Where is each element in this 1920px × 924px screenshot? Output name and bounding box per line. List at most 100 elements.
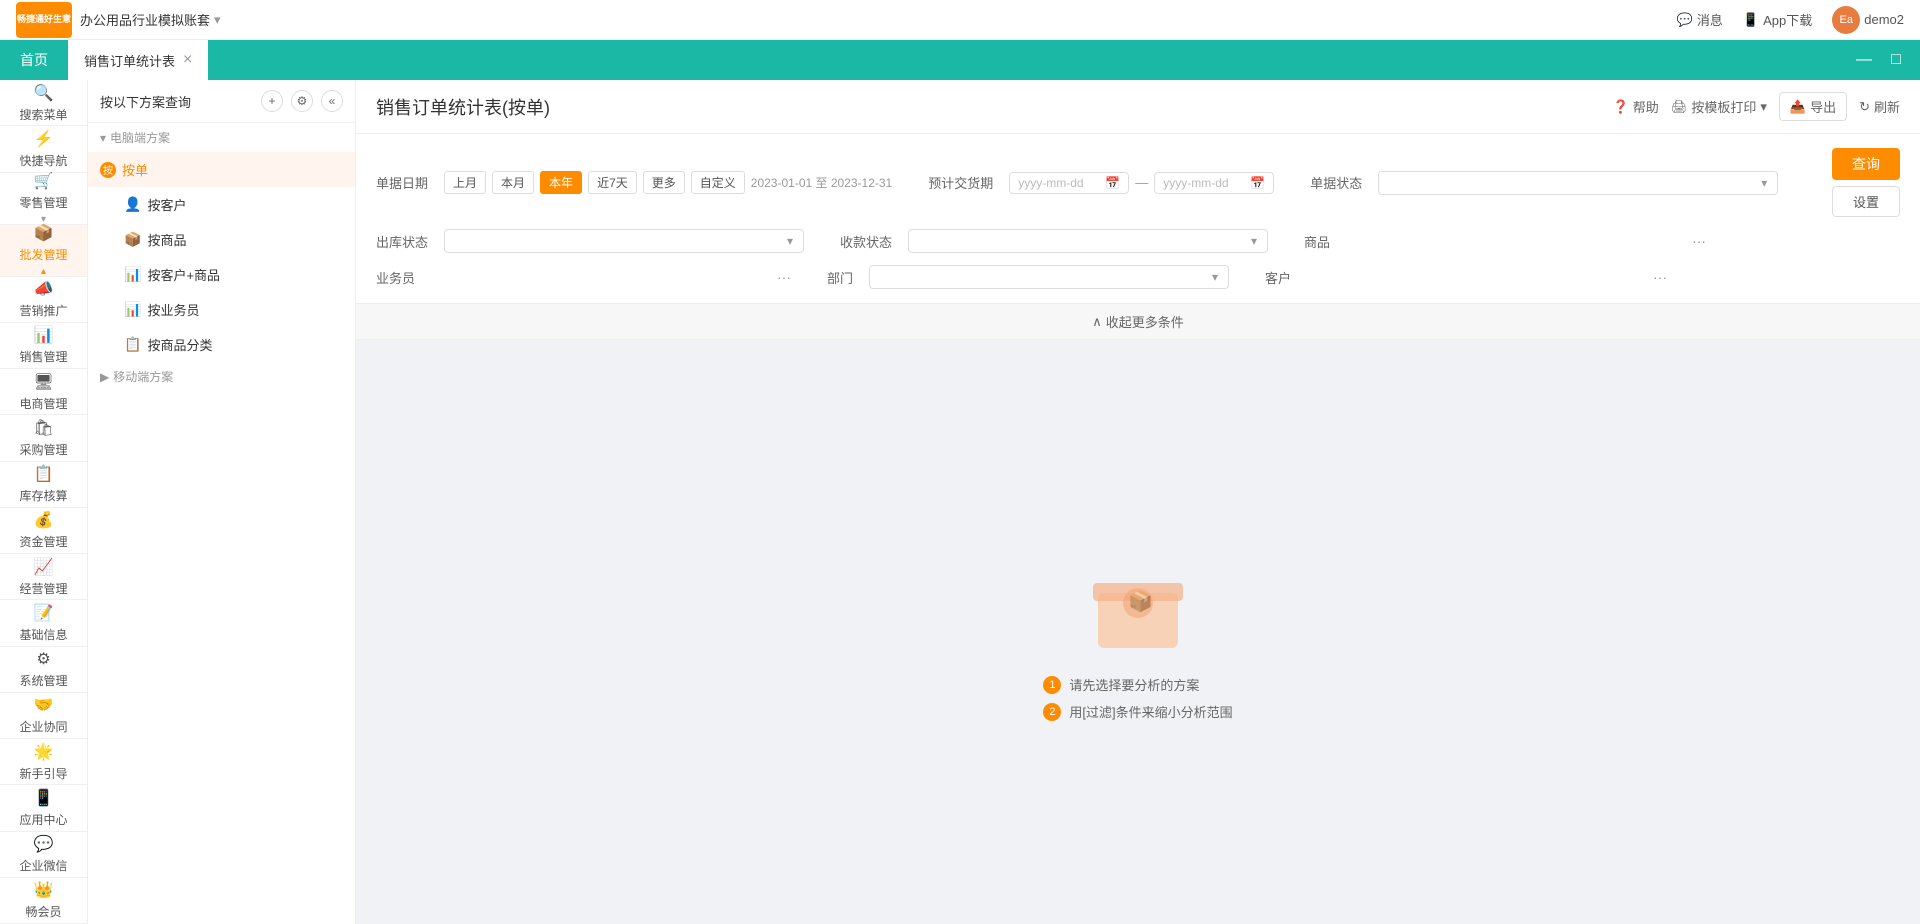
window-minimize-btn[interactable]: — — [1852, 48, 1876, 72]
filter-row-2: 出库状态 ▾ 收款状态 ▾ 商品 ··· — [376, 229, 1900, 253]
export-btn[interactable]: 📤 导出 — [1779, 92, 1847, 121]
sidebar-item-app-center[interactable]: 📱 应用中心 — [0, 785, 87, 831]
window-maximize-btn[interactable]: □ — [1884, 48, 1908, 72]
scheme-by-product[interactable]: 📦 按商品 — [88, 222, 355, 257]
newbie-icon: 🌟 — [34, 742, 54, 762]
search-icon: 🔍 — [34, 83, 54, 103]
date-this-year-btn[interactable]: 本年 — [540, 171, 582, 194]
product-more-btn[interactable]: ··· — [1692, 233, 1706, 249]
app-center-icon: 📱 — [34, 788, 54, 808]
topbar: 畅捷通好生意 办公用品行业模拟账套 ▾ 💬 消息 📱 App下载 Ea demo… — [0, 0, 1920, 40]
download-icon: 📱 — [1743, 12, 1759, 28]
status-filter-label: 单据状态 — [1310, 173, 1362, 192]
settings-scheme-btn[interactable]: ⚙ — [291, 90, 313, 112]
customer-icon: 👤 — [124, 196, 141, 213]
date-more-btn[interactable]: 更多 — [643, 171, 685, 194]
procurement-icon: 🛍 — [33, 418, 53, 438]
logo: 畅捷通好生意 — [16, 2, 72, 38]
sidebar-item-inventory[interactable]: 📋 库存核算 — [0, 462, 87, 508]
refresh-icon: ↻ — [1859, 99, 1870, 115]
page-title: 销售订单统计表(按单) — [376, 94, 550, 120]
refresh-btn[interactable]: ↻ 刷新 — [1859, 97, 1900, 116]
active-scheme-indicator: 按 — [100, 162, 116, 178]
tabbar: 首页 销售订单统计表 × — □ — [0, 40, 1920, 80]
sidebar-item-finance[interactable]: 💰 资金管理 — [0, 508, 87, 554]
delivery-status-label: 出库状态 — [376, 232, 428, 251]
calendar-icon-end: 📅 — [1250, 176, 1265, 190]
filter-row-1: 单据日期 上月 本月 本年 近7天 更多 自定义 2023-01-01 至 20… — [376, 148, 1900, 217]
salesperson-more-btn[interactable]: ··· — [777, 269, 791, 285]
salesperson-icon: 📊 — [124, 301, 141, 318]
tabbar-right: — □ — [1852, 48, 1920, 72]
template-print-btn[interactable]: 🖨 按模板打印 ▾ — [1671, 97, 1767, 116]
product-filter-label: 商品 — [1304, 232, 1330, 251]
sidebar-item-enterprise[interactable]: 🤝 企业协同 — [0, 693, 87, 739]
scheme-by-customer-product[interactable]: 📊 按客户+商品 — [88, 257, 355, 292]
set-btn[interactable]: 设置 — [1832, 186, 1900, 217]
left-panel: 按以下方案查询 + ⚙ « ▾ 电脑端方案 按 按单 👤 按客户 📦 — [88, 80, 356, 924]
collapse-bar[interactable]: ∧ 收起更多条件 — [356, 304, 1920, 340]
wholesale-icon: 📦 — [34, 223, 54, 243]
salesperson-label: 业务员 — [376, 268, 415, 287]
mobile-section-label[interactable]: ▶ 移动端方案 — [88, 362, 355, 391]
sidebar-item-member[interactable]: 👑 畅会员 — [0, 878, 87, 924]
scheme-by-order[interactable]: 按 按单 — [88, 152, 355, 187]
empty-step-1: 1 请先选择要分析的方案 — [1043, 675, 1232, 694]
product-icon: 📦 — [124, 231, 141, 248]
sidebar-item-wholesale[interactable]: 📦 批发管理 ▴ — [0, 225, 87, 277]
date-range-separator: — — [1135, 175, 1148, 190]
sidebar-item-ecommerce[interactable]: 🖥 电商管理 — [0, 369, 87, 415]
date-last7-btn[interactable]: 近7天 — [588, 171, 637, 194]
sidebar-item-retail[interactable]: 🛒 零售管理 ▾ — [0, 173, 87, 225]
sidebar-item-operation[interactable]: 📈 经营管理 — [0, 554, 87, 600]
operation-icon: 📈 — [34, 557, 54, 577]
sidebar-item-newbie[interactable]: 🌟 新手引导 — [0, 739, 87, 785]
main-layout: 🔍 搜索菜单 ⚡ 快捷导航 🛒 零售管理 ▾ 📦 批发管理 ▴ 📣 营销推广 📊… — [0, 80, 1920, 924]
empty-state: 📦 1 请先选择要分析的方案 2 用[过滤]条件来缩小分析范围 — [356, 340, 1920, 924]
department-select[interactable]: ▾ — [869, 265, 1229, 289]
tab-close-icon[interactable]: × — [183, 51, 192, 69]
delivery-status-select[interactable]: ▾ — [444, 229, 804, 253]
customer-more-btn[interactable]: ··· — [1653, 269, 1667, 285]
chevron-down-icon[interactable]: ▾ — [214, 12, 221, 28]
department-chevron-icon: ▾ — [1212, 270, 1218, 284]
user-profile[interactable]: Ea demo2 — [1832, 6, 1904, 34]
empty-illustration: 📦 — [1063, 543, 1213, 663]
expected-date-start[interactable]: yyyy-mm-dd 📅 — [1009, 172, 1129, 194]
pc-section-label[interactable]: ▾ 电脑端方案 — [88, 123, 355, 152]
sidebar-item-quick-nav[interactable]: ⚡ 快捷导航 — [0, 126, 87, 172]
calendar-icon: 📅 — [1105, 176, 1120, 190]
help-icon: ❓ — [1613, 99, 1629, 115]
expected-date-end[interactable]: yyyy-mm-dd 📅 — [1154, 172, 1274, 194]
add-scheme-btn[interactable]: + — [261, 90, 283, 112]
sidebar-item-procurement[interactable]: 🛍 采购管理 — [0, 415, 87, 461]
product-category-icon: 📋 — [124, 336, 141, 353]
help-btn[interactable]: ❓ 帮助 — [1613, 97, 1659, 116]
sidebar-item-enterprise-wechat[interactable]: 💬 企业微信 — [0, 832, 87, 878]
sidebar-item-system[interactable]: ⚙ 系统管理 — [0, 647, 87, 693]
filter-area: 单据日期 上月 本月 本年 近7天 更多 自定义 2023-01-01 至 20… — [356, 134, 1920, 304]
scheme-by-customer[interactable]: 👤 按客户 — [88, 187, 355, 222]
date-last-month-btn[interactable]: 上月 — [444, 171, 486, 194]
message-btn[interactable]: 💬 消息 — [1677, 10, 1723, 29]
date-custom-btn[interactable]: 自定义 — [691, 171, 745, 194]
status-select[interactable]: ▾ — [1378, 171, 1778, 195]
app-download-btn[interactable]: 📱 App下载 — [1743, 10, 1812, 29]
date-this-month-btn[interactable]: 本月 — [492, 171, 534, 194]
sidebar: 🔍 搜索菜单 ⚡ 快捷导航 🛒 零售管理 ▾ 📦 批发管理 ▴ 📣 营销推广 📊… — [0, 80, 88, 924]
system-icon: ⚙ — [36, 649, 50, 669]
scheme-by-product-category[interactable]: 📋 按商品分类 — [88, 327, 355, 362]
query-btn[interactable]: 查询 — [1832, 148, 1900, 180]
sidebar-item-search-menu[interactable]: 🔍 搜索菜单 — [0, 80, 87, 126]
payment-status-select[interactable]: ▾ — [908, 229, 1268, 253]
left-panel-actions: + ⚙ « — [261, 90, 343, 112]
sidebar-item-sales[interactable]: 📊 销售管理 — [0, 323, 87, 369]
collapse-text: ∧ 收起更多条件 — [1092, 312, 1184, 331]
export-icon: 📤 — [1790, 99, 1806, 115]
sidebar-item-basic[interactable]: 📝 基础信息 — [0, 600, 87, 646]
sidebar-item-marketing[interactable]: 📣 营销推广 — [0, 277, 87, 323]
collapse-panel-btn[interactable]: « — [321, 90, 343, 112]
tab-sales-order-stats[interactable]: 销售订单统计表 × — [68, 40, 208, 80]
scheme-by-salesperson[interactable]: 📊 按业务员 — [88, 292, 355, 327]
tab-home[interactable]: 首页 — [0, 40, 68, 80]
